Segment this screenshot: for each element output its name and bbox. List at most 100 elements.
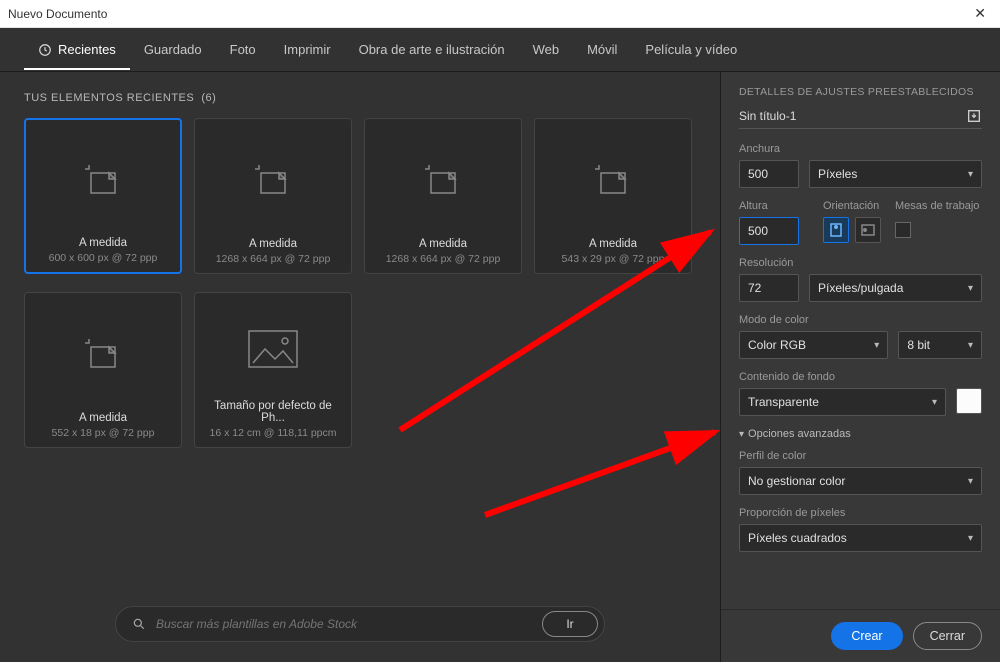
tab-movil[interactable]: Móvil — [573, 30, 631, 69]
preset-item[interactable]: Tamaño por defecto de Ph... 16 x 12 cm @… — [194, 292, 352, 448]
title-bar: Nuevo Documento ✕ — [0, 0, 1000, 28]
tab-label: Web — [533, 42, 560, 57]
details-panel: DETALLES DE AJUSTES PREESTABLECIDOS Anch… — [720, 72, 1000, 662]
left-panel: TUS ELEMENTOS RECIENTES (6) A medida 600… — [0, 72, 720, 662]
search-input[interactable] — [156, 617, 532, 631]
footer: Crear Cerrar — [721, 609, 1000, 662]
portrait-icon — [830, 223, 842, 237]
create-button[interactable]: Crear — [831, 622, 902, 650]
preset-name: A medida — [419, 238, 467, 250]
pixel-aspect-select[interactable]: Píxeles cuadrados ▾ — [739, 524, 982, 552]
preset-name: Tamaño por defecto de Ph... — [203, 400, 343, 424]
preset-name: A medida — [249, 238, 297, 250]
tab-ilustracion[interactable]: Obra de arte e ilustración — [345, 30, 519, 69]
document-icon — [591, 127, 635, 234]
orientation-label: Orientación — [823, 200, 881, 212]
advanced-label: Opciones avanzadas — [748, 428, 851, 440]
resolution-input[interactable] — [739, 274, 799, 302]
pixel-aspect-label: Proporción de píxeles — [739, 507, 982, 519]
preset-details: 1268 x 664 px @ 72 ppp — [216, 253, 331, 265]
tab-pelicula-video[interactable]: Película y vídeo — [631, 30, 751, 69]
background-swatch[interactable] — [956, 388, 982, 414]
preset-item[interactable]: A medida 552 x 18 px @ 72 ppp — [24, 292, 182, 448]
chevron-down-icon: ▾ — [968, 283, 973, 294]
tab-label: Foto — [230, 42, 256, 57]
save-preset-icon[interactable] — [966, 108, 982, 124]
go-button[interactable]: Ir — [542, 611, 598, 637]
chevron-down-icon: ▾ — [932, 397, 937, 408]
width-unit-select[interactable]: Píxeles ▾ — [809, 160, 982, 188]
search-icon — [132, 617, 146, 631]
height-input[interactable] — [739, 217, 799, 245]
resolution-unit-value: Píxeles/pulgada — [818, 281, 903, 295]
color-mode-select[interactable]: Color RGB ▾ — [739, 331, 888, 359]
color-mode-label: Modo de color — [739, 314, 982, 326]
recent-count: (6) — [201, 92, 216, 104]
search-box: Ir — [115, 606, 605, 642]
width-input[interactable] — [739, 160, 799, 188]
preset-item[interactable]: A medida 1268 x 664 px @ 72 ppp — [364, 118, 522, 274]
color-profile-value: No gestionar color — [748, 474, 845, 488]
clock-icon — [38, 43, 52, 57]
document-icon — [81, 301, 125, 408]
preset-details: 600 x 600 px @ 72 ppp — [49, 252, 158, 264]
preset-item[interactable]: A medida 543 x 29 px @ 72 ppp — [534, 118, 692, 274]
preset-name: A medida — [589, 238, 637, 250]
tab-imprimir[interactable]: Imprimir — [270, 30, 345, 69]
resolution-label: Resolución — [739, 257, 982, 269]
height-label: Altura — [739, 200, 809, 212]
color-profile-select[interactable]: No gestionar color ▾ — [739, 467, 982, 495]
category-tabs: Recientes Guardado Foto Imprimir Obra de… — [0, 28, 1000, 72]
tab-recientes[interactable]: Recientes — [24, 30, 130, 69]
preset-item[interactable]: A medida 1268 x 664 px @ 72 ppp — [194, 118, 352, 274]
chevron-down-icon: ▾ — [968, 533, 973, 544]
tab-label: Película y vídeo — [645, 42, 737, 57]
color-profile-label: Perfil de color — [739, 450, 982, 462]
artboards-checkbox[interactable] — [895, 222, 911, 238]
tab-foto[interactable]: Foto — [216, 30, 270, 69]
search-row: Ir — [24, 592, 696, 650]
document-icon — [421, 127, 465, 234]
background-select[interactable]: Transparente ▾ — [739, 388, 946, 416]
background-label: Contenido de fondo — [739, 371, 982, 383]
app-body: Recientes Guardado Foto Imprimir Obra de… — [0, 28, 1000, 662]
landscape-icon — [861, 224, 875, 236]
document-name-input[interactable] — [739, 109, 966, 123]
tab-label: Guardado — [144, 42, 202, 57]
document-icon — [251, 127, 295, 234]
image-icon — [245, 301, 301, 396]
orientation-landscape-button[interactable] — [855, 217, 881, 243]
tab-web[interactable]: Web — [519, 30, 574, 69]
width-label: Anchura — [739, 143, 982, 155]
artboards-label: Mesas de trabajo — [895, 200, 979, 212]
advanced-options-toggle[interactable]: ▾ Opciones avanzadas — [739, 428, 982, 440]
tab-label: Imprimir — [284, 42, 331, 57]
orientation-portrait-button[interactable] — [823, 217, 849, 243]
color-depth-value: 8 bit — [907, 338, 930, 352]
chevron-down-icon: ▾ — [968, 476, 973, 487]
close-icon[interactable]: ✕ — [968, 5, 992, 22]
preset-name: A medida — [79, 412, 127, 424]
chevron-down-icon: ▾ — [968, 340, 973, 351]
tab-label: Recientes — [58, 42, 116, 57]
chevron-down-icon: ▾ — [739, 429, 744, 440]
chevron-down-icon: ▾ — [968, 169, 973, 180]
document-icon — [81, 128, 125, 233]
recent-heading: TUS ELEMENTOS RECIENTES (6) — [24, 92, 696, 104]
close-button[interactable]: Cerrar — [913, 622, 982, 650]
pixel-aspect-value: Píxeles cuadrados — [748, 531, 847, 545]
preset-details: 16 x 12 cm @ 118,11 ppcm — [210, 427, 337, 439]
details-heading: DETALLES DE AJUSTES PREESTABLECIDOS — [739, 86, 982, 98]
color-depth-select[interactable]: 8 bit ▾ — [898, 331, 982, 359]
color-mode-value: Color RGB — [748, 338, 806, 352]
preset-item[interactable]: A medida 600 x 600 px @ 72 ppp — [24, 118, 182, 274]
preset-details: 552 x 18 px @ 72 ppp — [52, 427, 155, 439]
recent-heading-text: TUS ELEMENTOS RECIENTES — [24, 92, 194, 104]
preset-details: 543 x 29 px @ 72 ppp — [562, 253, 665, 265]
window-title: Nuevo Documento — [8, 7, 107, 21]
tab-guardado[interactable]: Guardado — [130, 30, 216, 69]
tab-label: Obra de arte e ilustración — [359, 42, 505, 57]
resolution-unit-select[interactable]: Píxeles/pulgada ▾ — [809, 274, 982, 302]
presets-grid: A medida 600 x 600 px @ 72 ppp A medida … — [24, 118, 696, 448]
tab-label: Móvil — [587, 42, 617, 57]
